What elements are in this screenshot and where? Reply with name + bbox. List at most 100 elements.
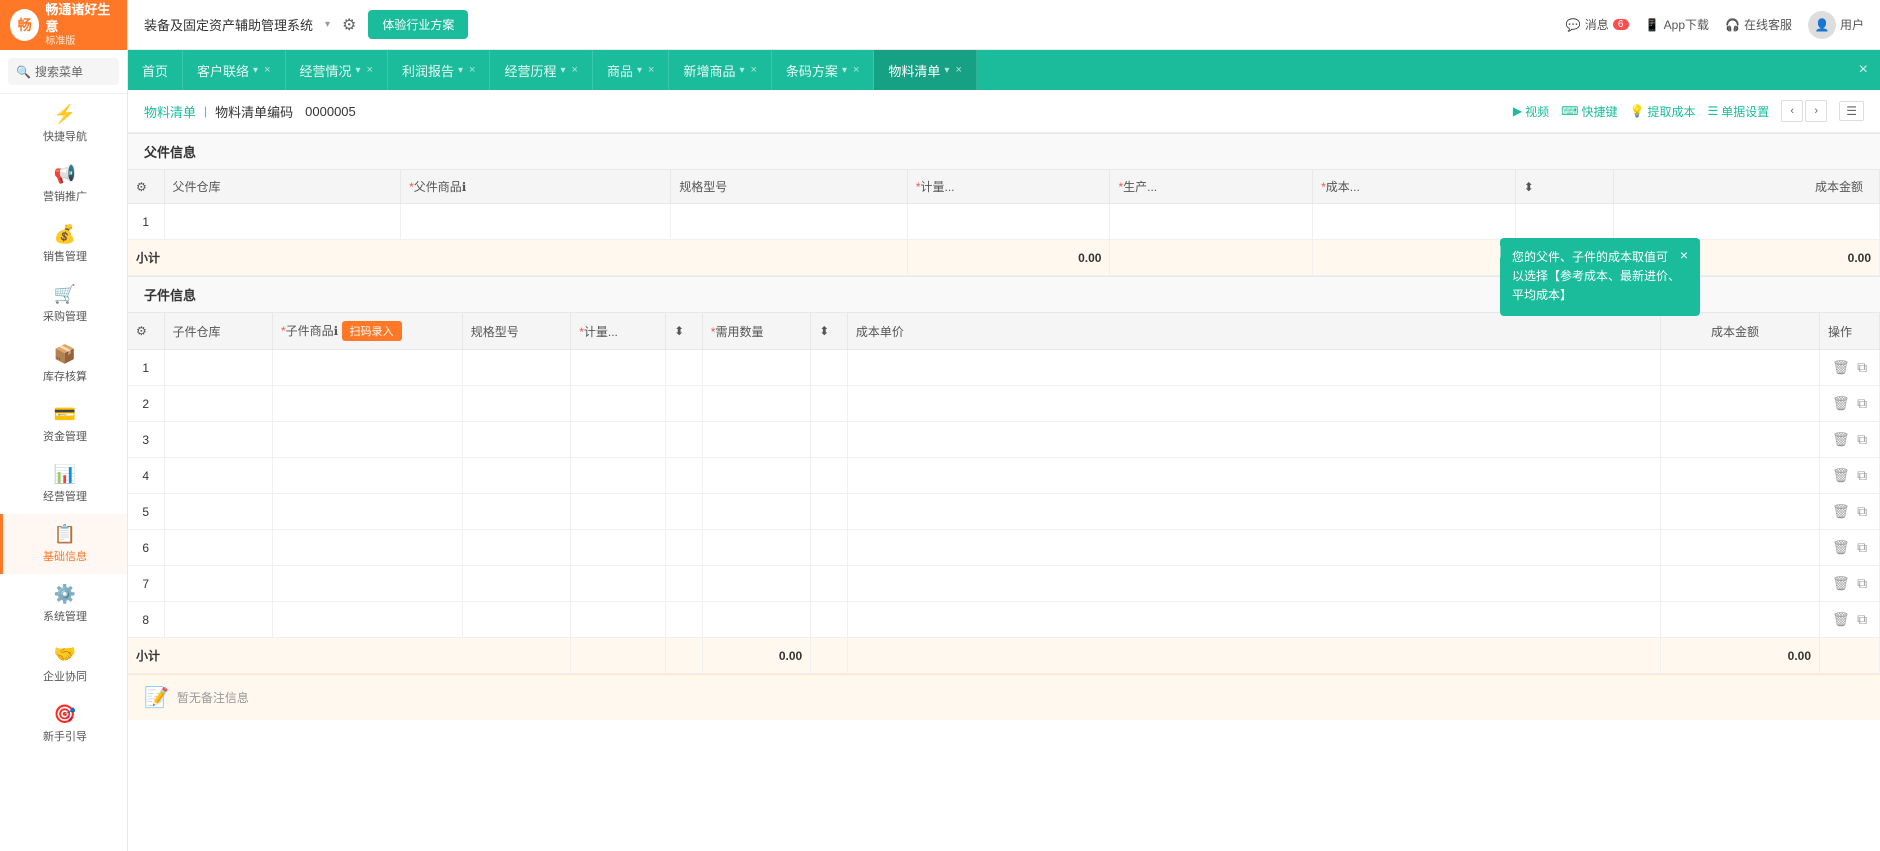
child-product-3[interactable] xyxy=(272,422,462,458)
copy-icon-7[interactable]: ⧉ xyxy=(1855,573,1869,593)
copy-icon-3[interactable]: ⧉ xyxy=(1855,429,1869,449)
child-product-6[interactable] xyxy=(272,530,462,566)
delete-icon-7[interactable]: 🗑 xyxy=(1830,573,1852,593)
child-spec-4[interactable] xyxy=(462,458,570,494)
tab-customer[interactable]: 客户联络 ▾ × xyxy=(183,50,285,90)
child-unit-price-6[interactable] xyxy=(847,530,1660,566)
child-unit-price-3[interactable] xyxy=(847,422,1660,458)
child-spec-3[interactable] xyxy=(462,422,570,458)
child-warehouse-1[interactable] xyxy=(164,350,272,386)
tab-customer-arrow[interactable]: ▾ xyxy=(253,65,258,76)
tab-profit-arrow[interactable]: ▾ xyxy=(458,65,463,76)
trial-button[interactable]: 体验行业方案 xyxy=(368,10,468,39)
tab-product[interactable]: 商品 ▾ × xyxy=(593,50,669,90)
child-qty-7[interactable] xyxy=(702,566,810,602)
child-warehouse-7[interactable] xyxy=(164,566,272,602)
delete-icon-1[interactable]: 🗑 xyxy=(1830,357,1852,377)
child-product-8[interactable] xyxy=(272,602,462,638)
sidebar-item-system[interactable]: ⚙️ 系统管理 xyxy=(0,574,127,634)
child-unit-4[interactable] xyxy=(571,458,666,494)
sidebar-item-finance[interactable]: 💳 资金管理 xyxy=(0,394,127,454)
sidebar-item-shortcut[interactable]: ⚡ 快捷导航 xyxy=(0,94,127,154)
tab-customer-close[interactable]: × xyxy=(264,64,270,76)
parent-spec-1[interactable] xyxy=(671,204,908,240)
copy-icon-6[interactable]: ⧉ xyxy=(1855,537,1869,557)
tab-bom-arrow[interactable]: ▾ xyxy=(944,65,949,76)
tab-product-arrow[interactable]: ▾ xyxy=(637,65,642,76)
child-warehouse-3[interactable] xyxy=(164,422,272,458)
tab-history-close[interactable]: × xyxy=(572,64,578,76)
child-unit-price-5[interactable] xyxy=(847,494,1660,530)
child-qty-6[interactable] xyxy=(702,530,810,566)
sidebar-item-inventory[interactable]: 📦 库存核算 xyxy=(0,334,127,394)
child-qty-8[interactable] xyxy=(702,602,810,638)
prev-btn[interactable]: ‹ xyxy=(1781,100,1803,122)
delete-icon-3[interactable]: 🗑 xyxy=(1830,429,1852,449)
sidebar-item-basic-info[interactable]: 📋 基础信息 xyxy=(0,514,127,574)
system-dropdown-arrow[interactable]: ▾ xyxy=(325,19,330,30)
child-unit-price-7[interactable] xyxy=(847,566,1660,602)
child-spec-5[interactable] xyxy=(462,494,570,530)
scan-input-btn[interactable]: 扫码录入 xyxy=(342,321,402,341)
child-warehouse-8[interactable] xyxy=(164,602,272,638)
child-warehouse-5[interactable] xyxy=(164,494,272,530)
sidebar-item-marketing[interactable]: 📢 营销推广 xyxy=(0,154,127,214)
grid-layout-btn[interactable]: ☰ xyxy=(1839,101,1864,121)
child-spec-1[interactable] xyxy=(462,350,570,386)
child-qty-4[interactable] xyxy=(702,458,810,494)
child-product-5[interactable] xyxy=(272,494,462,530)
search-menu-button[interactable]: 🔍 搜索菜单 xyxy=(8,58,119,85)
parent-product-1[interactable] xyxy=(401,204,671,240)
tab-new-product-arrow[interactable]: ▾ xyxy=(739,65,744,76)
delete-icon-5[interactable]: 🗑 xyxy=(1830,501,1852,521)
user-item[interactable]: 👤 用户 xyxy=(1808,11,1864,39)
child-product-2[interactable] xyxy=(272,386,462,422)
parent-cost-1[interactable] xyxy=(1313,204,1516,240)
sidebar-item-sales[interactable]: 💰 销售管理 xyxy=(0,214,127,274)
close-all-tabs[interactable]: × xyxy=(1847,61,1880,79)
tab-barcode-close[interactable]: × xyxy=(853,64,859,76)
next-btn[interactable]: › xyxy=(1805,100,1827,122)
child-unit-price-2[interactable] xyxy=(847,386,1660,422)
tab-history[interactable]: 经营历程 ▾ × xyxy=(490,50,592,90)
child-warehouse-2[interactable] xyxy=(164,386,272,422)
tab-history-arrow[interactable]: ▾ xyxy=(560,65,565,76)
parent-th-settings[interactable]: ⚙ xyxy=(128,170,164,204)
child-unit-price-1[interactable] xyxy=(847,350,1660,386)
tab-home[interactable]: 首页 xyxy=(128,50,183,90)
extract-cost-btn[interactable]: 💡 提取成本 xyxy=(1629,103,1695,120)
single-settings-btn[interactable]: ☰ 单据设置 xyxy=(1707,103,1769,120)
child-product-1[interactable] xyxy=(272,350,462,386)
tab-barcode[interactable]: 条码方案 ▾ × xyxy=(772,50,874,90)
sidebar-item-guide[interactable]: 🎯 新手引导 xyxy=(0,694,127,754)
tab-product-close[interactable]: × xyxy=(648,64,654,76)
child-spec-8[interactable] xyxy=(462,602,570,638)
child-unit-1[interactable] xyxy=(571,350,666,386)
child-product-7[interactable] xyxy=(272,566,462,602)
delete-icon-8[interactable]: 🗑 xyxy=(1830,609,1852,629)
child-unit-3[interactable] xyxy=(571,422,666,458)
child-qty-2[interactable] xyxy=(702,386,810,422)
child-spec-7[interactable] xyxy=(462,566,570,602)
child-unit-price-4[interactable] xyxy=(847,458,1660,494)
copy-icon-4[interactable]: ⧉ xyxy=(1855,465,1869,485)
tab-new-product[interactable]: 新增商品 ▾ × xyxy=(669,50,771,90)
delete-icon-4[interactable]: 🗑 xyxy=(1830,465,1852,485)
delete-icon-2[interactable]: 🗑 xyxy=(1830,393,1852,413)
delete-icon-6[interactable]: 🗑 xyxy=(1830,537,1852,557)
copy-icon-8[interactable]: ⧉ xyxy=(1855,609,1869,629)
child-unit-price-8[interactable] xyxy=(847,602,1660,638)
copy-icon-5[interactable]: ⧉ xyxy=(1855,501,1869,521)
tab-new-product-close[interactable]: × xyxy=(750,64,756,76)
sidebar-item-operations[interactable]: 📊 经营管理 xyxy=(0,454,127,514)
child-unit-6[interactable] xyxy=(571,530,666,566)
child-qty-3[interactable] xyxy=(702,422,810,458)
tab-barcode-arrow[interactable]: ▾ xyxy=(842,65,847,76)
tab-bom[interactable]: 物料清单 ▾ × xyxy=(874,50,976,90)
child-warehouse-4[interactable] xyxy=(164,458,272,494)
tab-operations[interactable]: 经营情况 ▾ × xyxy=(286,50,388,90)
parent-unit-1[interactable] xyxy=(907,204,1110,240)
app-download-item[interactable]: 📱 App下载 xyxy=(1645,16,1709,33)
parent-warehouse-1[interactable] xyxy=(164,204,401,240)
sidebar-item-purchase[interactable]: 🛒 采购管理 xyxy=(0,274,127,334)
